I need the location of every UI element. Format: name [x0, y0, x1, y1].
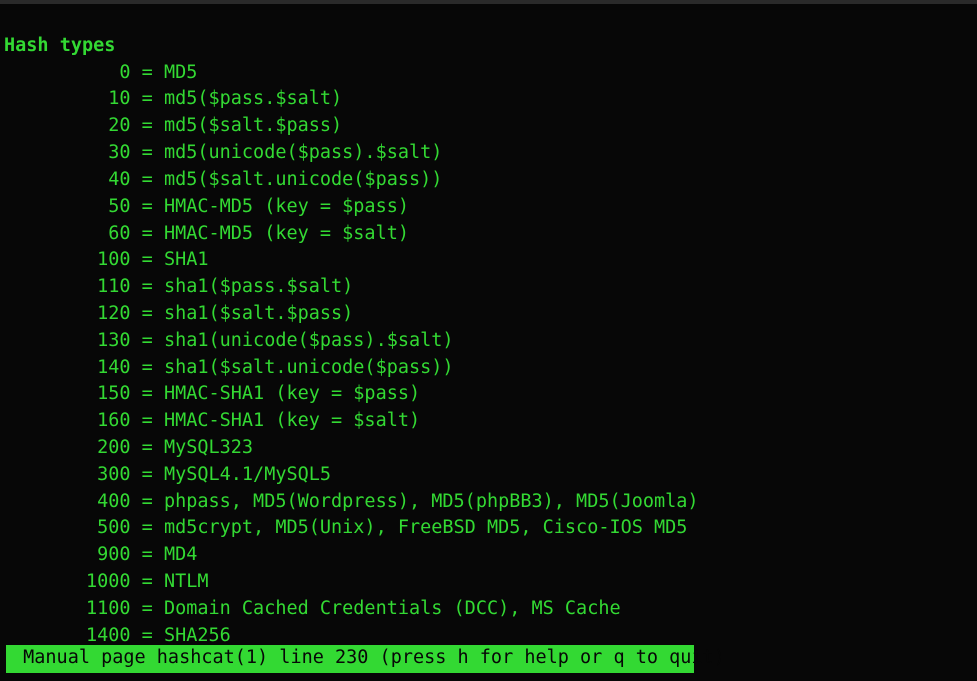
hash-type-row: 300 = MySQL4.1/MySQL5	[4, 462, 977, 489]
hash-type-desc: md5($pass.$salt)	[164, 88, 342, 109]
separator: =	[131, 544, 164, 565]
hash-type-desc: HMAC-MD5 (key = $salt)	[164, 223, 409, 244]
hash-type-row: 200 = MySQL323	[4, 435, 977, 462]
hash-type-id: 300	[8, 464, 131, 485]
hash-type-desc: md5($salt.unicode($pass))	[164, 169, 442, 190]
separator: =	[131, 303, 164, 324]
hash-type-row: 1100 = Domain Cached Credentials (DCC), …	[4, 596, 977, 623]
hash-type-row: 100 = SHA1	[4, 247, 977, 274]
hash-type-row: 110 = sha1($pass.$salt)	[4, 274, 977, 301]
separator: =	[131, 571, 164, 592]
separator: =	[131, 223, 164, 244]
hash-type-desc: NTLM	[164, 571, 209, 592]
hash-type-id: 200	[8, 437, 131, 458]
hash-type-id: 160	[8, 410, 131, 431]
hash-type-desc: HMAC-MD5 (key = $pass)	[164, 196, 409, 217]
hash-type-id: 130	[8, 330, 131, 351]
hash-type-row: 20 = md5($salt.$pass)	[4, 113, 977, 140]
separator: =	[131, 383, 164, 404]
separator: =	[131, 330, 164, 351]
hash-type-id: 900	[8, 544, 131, 565]
hash-type-id: 400	[8, 491, 131, 512]
separator: =	[131, 142, 164, 163]
hash-type-desc: HMAC-SHA1 (key = $pass)	[164, 383, 420, 404]
hash-type-id: 0	[8, 62, 131, 83]
hash-type-id: 10	[8, 88, 131, 109]
hash-type-id: 120	[8, 303, 131, 324]
hash-type-desc: sha1($salt.unicode($pass))	[164, 357, 454, 378]
hash-type-id: 500	[8, 517, 131, 538]
separator: =	[131, 491, 164, 512]
hash-type-id: 60	[8, 223, 131, 244]
man-page-content[interactable]: Hash types 0 = MD5 10 = md5($pass.$salt)…	[0, 4, 977, 676]
separator: =	[131, 357, 164, 378]
hash-type-id: 1400	[8, 625, 131, 646]
separator: =	[131, 115, 164, 136]
separator: =	[131, 249, 164, 270]
hash-type-desc: md5crypt, MD5(Unix), FreeBSD MD5, Cisco-…	[164, 517, 687, 538]
hash-type-desc: MD5	[164, 62, 197, 83]
separator: =	[131, 517, 164, 538]
hash-type-desc: HMAC-SHA1 (key = $salt)	[164, 410, 420, 431]
separator: =	[131, 276, 164, 297]
hash-type-desc: Domain Cached Credentials (DCC), MS Cach…	[164, 598, 621, 619]
hash-type-desc: MD4	[164, 544, 197, 565]
section-heading: Hash types	[4, 35, 115, 56]
hash-type-id: 100	[8, 249, 131, 270]
separator: =	[131, 62, 164, 83]
hash-type-row: 150 = HMAC-SHA1 (key = $pass)	[4, 381, 977, 408]
hash-type-row: 140 = sha1($salt.unicode($pass))	[4, 355, 977, 382]
hash-type-id: 20	[8, 115, 131, 136]
hash-type-id: 1100	[8, 598, 131, 619]
hash-types-list: 0 = MD5 10 = md5($pass.$salt) 20 = md5($…	[4, 60, 977, 650]
hash-type-row: 500 = md5crypt, MD5(Unix), FreeBSD MD5, …	[4, 515, 977, 542]
hash-type-row: 10 = md5($pass.$salt)	[4, 86, 977, 113]
hash-type-desc: SHA256	[164, 625, 231, 646]
hash-type-row: 40 = md5($salt.unicode($pass))	[4, 167, 977, 194]
hash-type-row: 60 = HMAC-MD5 (key = $salt)	[4, 221, 977, 248]
hash-type-row: 1000 = NTLM	[4, 569, 977, 596]
separator: =	[131, 169, 164, 190]
hash-type-row: 50 = HMAC-MD5 (key = $pass)	[4, 194, 977, 221]
separator: =	[131, 410, 164, 431]
separator: =	[131, 196, 164, 217]
hash-type-desc: MySQL4.1/MySQL5	[164, 464, 331, 485]
hash-type-desc: md5(unicode($pass).$salt)	[164, 142, 442, 163]
separator: =	[131, 88, 164, 109]
hash-type-row: 0 = MD5	[4, 60, 977, 87]
pager-status-bar[interactable]: Manual page hashcat(1) line 230 (press h…	[6, 645, 694, 673]
hash-type-id: 150	[8, 383, 131, 404]
hash-type-row: 30 = md5(unicode($pass).$salt)	[4, 140, 977, 167]
hash-type-desc: sha1($salt.$pass)	[164, 303, 353, 324]
hash-type-desc: sha1(unicode($pass).$salt)	[164, 330, 454, 351]
hash-type-row: 120 = sha1($salt.$pass)	[4, 301, 977, 328]
hash-type-row: 900 = MD4	[4, 542, 977, 569]
hash-type-desc: phpass, MD5(Wordpress), MD5(phpBB3), MD5…	[164, 491, 699, 512]
separator: =	[131, 464, 164, 485]
hash-type-id: 140	[8, 357, 131, 378]
hash-type-id: 1000	[8, 571, 131, 592]
separator: =	[131, 598, 164, 619]
separator: =	[131, 625, 164, 646]
hash-type-desc: SHA1	[164, 249, 209, 270]
hash-type-desc: MySQL323	[164, 437, 253, 458]
hash-type-desc: md5($salt.$pass)	[164, 115, 342, 136]
hash-type-row: 400 = phpass, MD5(Wordpress), MD5(phpBB3…	[4, 489, 977, 516]
hash-type-id: 110	[8, 276, 131, 297]
hash-type-id: 30	[8, 142, 131, 163]
hash-type-row: 160 = HMAC-SHA1 (key = $salt)	[4, 408, 977, 435]
hash-type-id: 40	[8, 169, 131, 190]
separator: =	[131, 437, 164, 458]
hash-type-desc: sha1($pass.$salt)	[164, 276, 353, 297]
hash-type-row: 130 = sha1(unicode($pass).$salt)	[4, 328, 977, 355]
hash-type-id: 50	[8, 196, 131, 217]
